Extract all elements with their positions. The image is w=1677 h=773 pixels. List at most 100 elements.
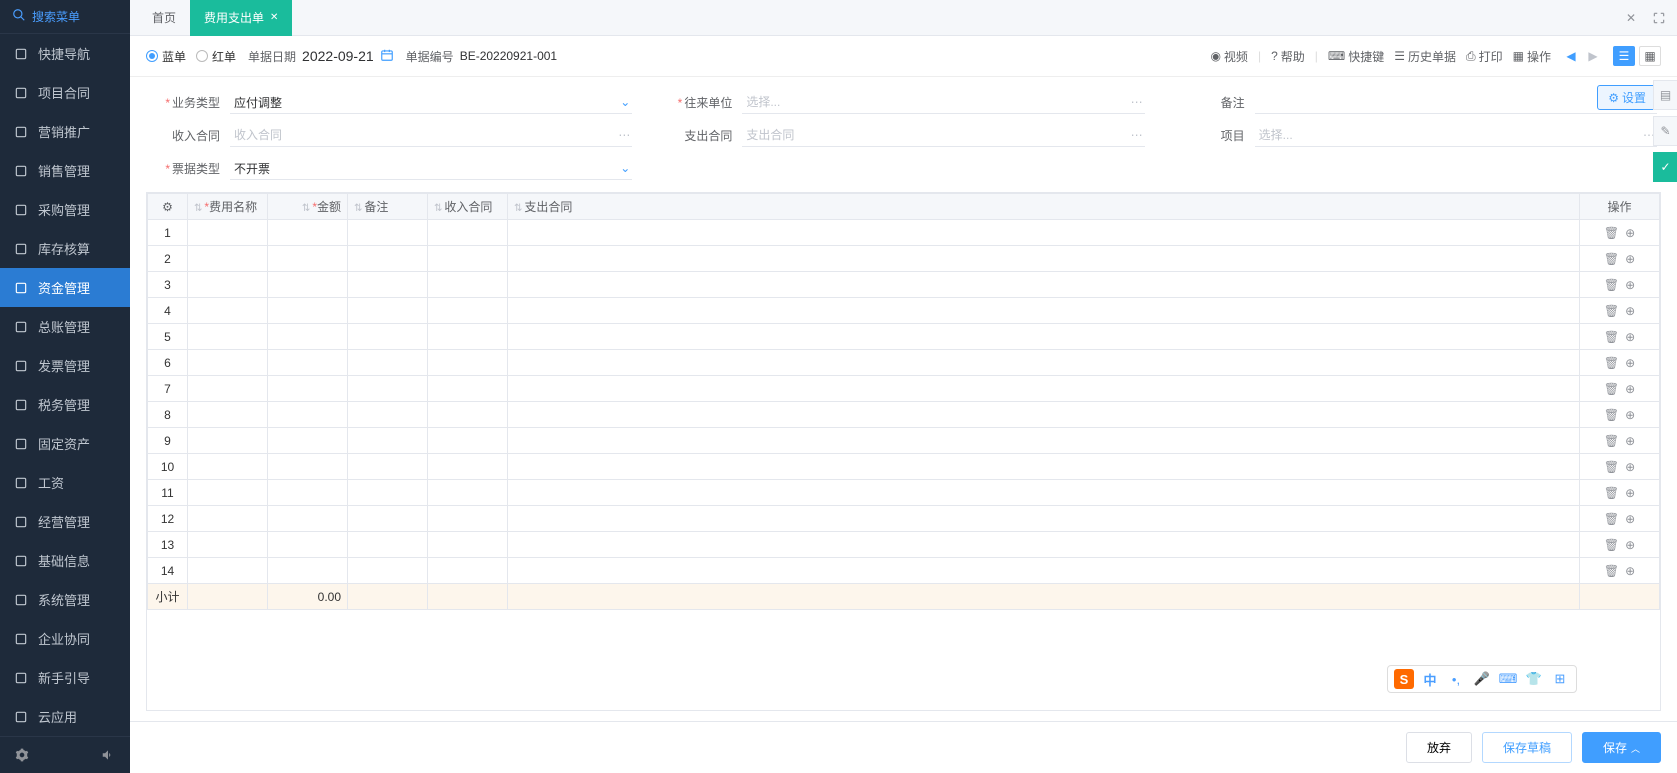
col-remark[interactable]: ⇅备注	[348, 194, 428, 220]
cell-remark[interactable]	[348, 272, 428, 298]
cell-income[interactable]	[428, 454, 508, 480]
ime-punct-icon[interactable]: •,	[1446, 669, 1466, 689]
income-contract-input[interactable]	[230, 124, 632, 147]
print-link[interactable]: ⎙打印	[1466, 48, 1503, 65]
calendar-icon[interactable]	[380, 48, 394, 65]
cell-amount[interactable]	[268, 324, 348, 350]
cell-name[interactable]	[188, 272, 268, 298]
cell-remark[interactable]	[348, 298, 428, 324]
more-icon[interactable]: ⋯	[1131, 95, 1143, 109]
sidebar-item-1[interactable]: 项目合同	[0, 73, 130, 112]
add-row-icon[interactable]: ⊕	[1625, 382, 1635, 396]
cell-expense[interactable]	[508, 376, 1580, 402]
close-tab-icon[interactable]: ✕	[1621, 8, 1641, 28]
cell-name[interactable]	[188, 532, 268, 558]
cell-income[interactable]	[428, 376, 508, 402]
cell-remark[interactable]	[348, 246, 428, 272]
cell-amount[interactable]	[268, 272, 348, 298]
invoice-type-select[interactable]	[230, 157, 632, 180]
delete-icon[interactable]: 🗑	[1604, 252, 1619, 266]
cell-remark[interactable]	[348, 376, 428, 402]
sidebar-item-11[interactable]: 工资	[0, 463, 130, 502]
delete-icon[interactable]: 🗑	[1604, 330, 1619, 344]
sidebar-item-9[interactable]: 税务管理	[0, 385, 130, 424]
delete-icon[interactable]: 🗑	[1604, 512, 1619, 526]
cell-amount[interactable]	[268, 402, 348, 428]
fullscreen-icon[interactable]	[1649, 8, 1669, 28]
shortcut-link[interactable]: ⌨快捷键	[1328, 48, 1384, 65]
col-income[interactable]: ⇅收入合同	[428, 194, 508, 220]
table-row[interactable]: 7🗑⊕	[148, 376, 1660, 402]
cell-expense[interactable]	[508, 324, 1580, 350]
add-row-icon[interactable]: ⊕	[1625, 356, 1635, 370]
discard-button[interactable]: 放弃	[1406, 732, 1472, 763]
cell-remark[interactable]	[348, 454, 428, 480]
history-link[interactable]: ☰历史单据	[1394, 48, 1456, 65]
cell-name[interactable]	[188, 402, 268, 428]
more-icon[interactable]: ⋯	[618, 128, 630, 142]
cell-expense[interactable]	[508, 532, 1580, 558]
next-icon[interactable]: ▶	[1583, 46, 1603, 66]
cell-name[interactable]	[188, 506, 268, 532]
add-row-icon[interactable]: ⊕	[1625, 434, 1635, 448]
cell-amount[interactable]	[268, 376, 348, 402]
col-gear[interactable]: ⚙	[148, 194, 188, 220]
cell-name[interactable]	[188, 324, 268, 350]
add-row-icon[interactable]: ⊕	[1625, 252, 1635, 266]
cell-remark[interactable]	[348, 532, 428, 558]
cell-income[interactable]	[428, 506, 508, 532]
ime-mic-icon[interactable]: 🎤	[1472, 669, 1492, 689]
table-row[interactable]: 1🗑⊕	[148, 220, 1660, 246]
delete-icon[interactable]: 🗑	[1604, 538, 1619, 552]
cell-expense[interactable]	[508, 246, 1580, 272]
tab-1[interactable]: 费用支出单✕	[190, 0, 292, 36]
cell-name[interactable]	[188, 454, 268, 480]
cell-name[interactable]	[188, 428, 268, 454]
rail-note-icon[interactable]: ▤	[1653, 80, 1677, 110]
sidebar-item-17[interactable]: 云应用	[0, 697, 130, 736]
prev-icon[interactable]: ◀	[1561, 46, 1581, 66]
table-row[interactable]: 8🗑⊕	[148, 402, 1660, 428]
add-row-icon[interactable]: ⊕	[1625, 226, 1635, 240]
close-icon[interactable]: ✕	[270, 12, 278, 23]
cell-name[interactable]	[188, 350, 268, 376]
chevron-down-icon[interactable]: ⌄	[620, 95, 630, 109]
rail-attach-icon[interactable]: ✎	[1653, 116, 1677, 146]
table-row[interactable]: 12🗑⊕	[148, 506, 1660, 532]
add-row-icon[interactable]: ⊕	[1625, 486, 1635, 500]
cell-name[interactable]	[188, 480, 268, 506]
settings-icon[interactable]	[12, 745, 32, 765]
table-row[interactable]: 5🗑⊕	[148, 324, 1660, 350]
video-link[interactable]: ◉视频	[1210, 48, 1248, 65]
sidebar-item-5[interactable]: 库存核算	[0, 229, 130, 268]
cell-remark[interactable]	[348, 350, 428, 376]
table-row[interactable]: 2🗑⊕	[148, 246, 1660, 272]
cell-expense[interactable]	[508, 428, 1580, 454]
cell-amount[interactable]	[268, 298, 348, 324]
cell-remark[interactable]	[348, 220, 428, 246]
cell-income[interactable]	[428, 532, 508, 558]
cell-amount[interactable]	[268, 350, 348, 376]
sidebar-search[interactable]: 搜索菜单	[0, 0, 130, 34]
delete-icon[interactable]: 🗑	[1604, 434, 1619, 448]
cell-income[interactable]	[428, 402, 508, 428]
sidebar-item-15[interactable]: 企业协同	[0, 619, 130, 658]
cell-expense[interactable]	[508, 454, 1580, 480]
add-row-icon[interactable]: ⊕	[1625, 278, 1635, 292]
table-row[interactable]: 6🗑⊕	[148, 350, 1660, 376]
cell-name[interactable]	[188, 376, 268, 402]
delete-icon[interactable]: 🗑	[1604, 356, 1619, 370]
cell-income[interactable]	[428, 558, 508, 584]
delete-icon[interactable]: 🗑	[1604, 486, 1619, 500]
col-name[interactable]: ⇅*费用名称	[188, 194, 268, 220]
table-row[interactable]: 3🗑⊕	[148, 272, 1660, 298]
cell-expense[interactable]	[508, 220, 1580, 246]
cell-expense[interactable]	[508, 272, 1580, 298]
bill-date-value[interactable]: 2022-09-21	[302, 48, 374, 64]
cell-amount[interactable]	[268, 532, 348, 558]
sidebar-item-8[interactable]: 发票管理	[0, 346, 130, 385]
delete-icon[interactable]: 🗑	[1604, 304, 1619, 318]
ops-link[interactable]: ▦操作	[1513, 48, 1551, 65]
delete-icon[interactable]: 🗑	[1604, 226, 1619, 240]
cell-expense[interactable]	[508, 402, 1580, 428]
